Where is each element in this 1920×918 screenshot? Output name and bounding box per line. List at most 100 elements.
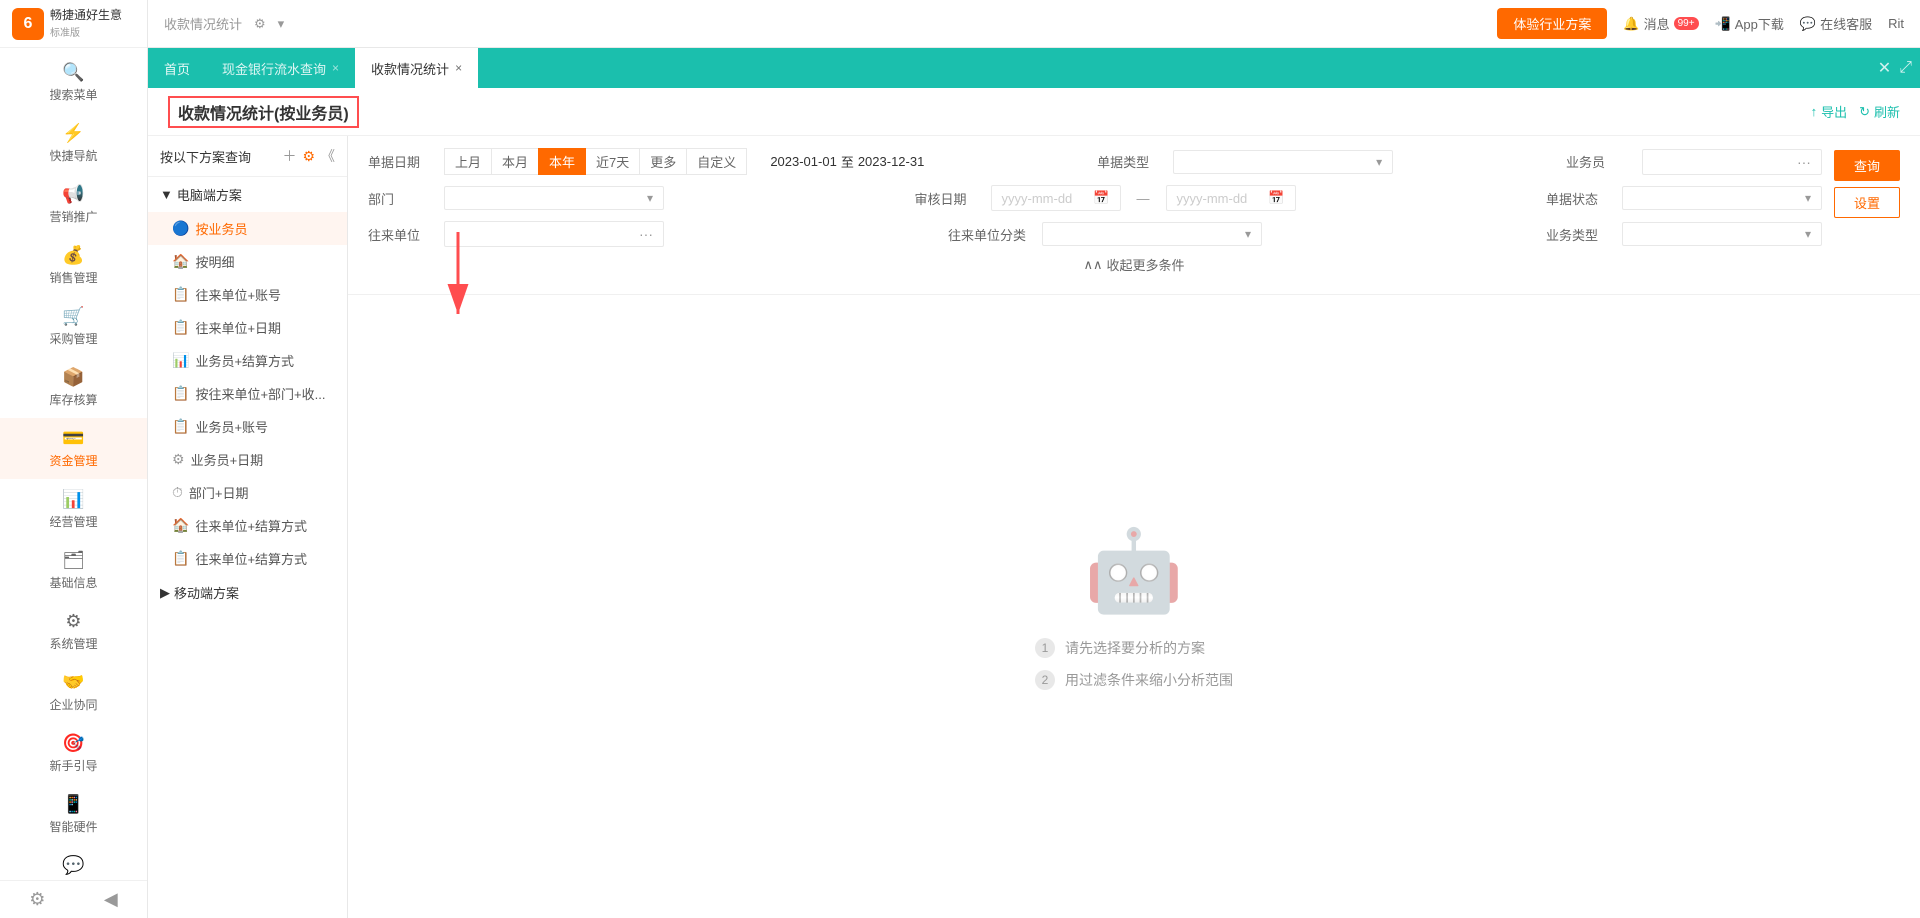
sidebar-item-purchase[interactable]: 🛒 采购管理 [0, 296, 147, 357]
wechat-icon: 💬 [62, 855, 84, 876]
main-content: 收款情况统计 ⚙ ▾ 体验行业方案 🔔 消息 99+ 📲 App下载 💬 在线客… [148, 0, 1920, 918]
partner-more-icon[interactable]: ··· [639, 226, 653, 242]
sidebar-item-enterprise[interactable]: 🤝 企业协同 [0, 662, 147, 723]
try-industry-btn[interactable]: 体验行业方案 [1497, 8, 1607, 39]
plan-item-partner-date-label: 往来单位+日期 [195, 318, 281, 337]
plan-settings-btn[interactable]: ⚙ [302, 148, 315, 165]
plan-item-partner-dept[interactable]: 📋 按往来单位+部门+收... [148, 377, 347, 410]
sidebar-settings-icon[interactable]: ⚙ [29, 889, 45, 910]
plan-item-sales-account-label: 业务员+账号 [195, 417, 268, 436]
logo-icon: 6 [12, 8, 44, 40]
voucher-status-select[interactable]: ▾ [1622, 186, 1822, 210]
date-tab-custom[interactable]: 自定义 [686, 148, 747, 175]
plan-item-partner-settlement2-icon: 📋 [172, 550, 189, 567]
mobile-plans-group: ▶ 移动端方案 [148, 575, 347, 610]
topbar: 收款情况统计 ⚙ ▾ 体验行业方案 🔔 消息 99+ 📲 App下载 💬 在线客… [148, 0, 1920, 48]
sidebar-item-label: 销售管理 [49, 269, 97, 286]
bank-flow-tab-label: 现金银行流水查询 [222, 59, 326, 78]
sidebar-item-operations[interactable]: 📊 经营管理 [0, 479, 147, 540]
date-tab-this-year[interactable]: 本年 [538, 148, 586, 175]
voucher-type-select[interactable]: ▾ [1173, 150, 1393, 174]
mobile-plans-group-header[interactable]: ▶ 移动端方案 [148, 575, 347, 610]
sidebar-item-sales[interactable]: 💰 销售管理 [0, 235, 147, 296]
tab-home[interactable]: 首页 [148, 48, 206, 88]
filter-area: 单据日期 上月 本月 本年 [348, 136, 1920, 295]
plan-item-sales-account[interactable]: 📋 业务员+账号 [148, 410, 347, 443]
bank-flow-tab-close[interactable]: × [332, 61, 339, 75]
voucher-type-label: 单据类型 [1097, 152, 1157, 171]
filter-main: 单据日期 上月 本月 本年 [368, 148, 1822, 247]
add-plan-btn[interactable]: ＋ [282, 146, 296, 166]
review-date-from-input[interactable]: yyyy-mm-dd 📅 [991, 185, 1121, 211]
plan-item-partner-settlement1[interactable]: 🏠 往来单位+结算方式 [148, 509, 347, 542]
message-label: 消息 [1644, 14, 1670, 33]
collapse-panel-btn[interactable]: 《 [321, 146, 335, 166]
page-title: 收款情况统计(按业务员) [168, 96, 359, 128]
sidebar-item-search-menu[interactable]: 🔍 搜索菜单 [0, 52, 147, 113]
date-tab-more[interactable]: 更多 [639, 148, 687, 175]
query-btn[interactable]: 查询 [1834, 150, 1900, 181]
plan-item-partner-date[interactable]: 📋 往来单位+日期 [148, 311, 347, 344]
date-tab-this-month[interactable]: 本月 [491, 148, 539, 175]
page-header: 收款情况统计(按业务员) ↑ 导出 ↻ 刷新 [148, 88, 1920, 136]
calendar-icon: 📅 [1093, 190, 1109, 206]
settings-btn[interactable]: 设置 [1834, 187, 1900, 218]
page-header-actions: ↑ 导出 ↻ 刷新 [1811, 102, 1900, 121]
close-all-icon[interactable]: ✕ [1878, 58, 1891, 78]
collapse-filter-btn[interactable]: ∧∧ 收起更多条件 [368, 247, 1900, 282]
sidebar-item-guide[interactable]: 🎯 新手引导 [0, 723, 147, 784]
department-select[interactable]: ▾ [444, 186, 664, 210]
sidebar-item-marketing[interactable]: 📢 营销推广 [0, 174, 147, 235]
sidebar-item-inventory[interactable]: 📦 库存核算 [0, 357, 147, 418]
voucher-type-arrow-icon: ▾ [1376, 155, 1382, 169]
sidebar-item-quick-nav[interactable]: ⚡ 快捷导航 [0, 113, 147, 174]
system-icon: ⚙ [65, 611, 81, 632]
online-service-btn[interactable]: 💬 在线客服 [1800, 14, 1872, 33]
plan-item-partner-account-icon: 📋 [172, 286, 189, 303]
sidebar-item-basic-info[interactable]: 🗂 基础信息 [0, 540, 147, 601]
plan-item-partner-account[interactable]: 📋 往来单位+账号 [148, 278, 347, 311]
plan-item-dept-date-label: 部门+日期 [189, 483, 249, 502]
business-type-select[interactable]: ▾ [1622, 222, 1822, 246]
user-name: Rit [1888, 16, 1904, 31]
sidebar-item-wechat[interactable]: 💬 企业微信 [0, 845, 147, 880]
refresh-btn[interactable]: ↻ 刷新 [1859, 102, 1900, 121]
partner-select[interactable]: ··· [444, 221, 664, 247]
plan-item-detail[interactable]: 🏠 按明细 [148, 245, 347, 278]
plan-item-dept-date[interactable]: ⏱ 部门+日期 [148, 476, 347, 509]
export-btn[interactable]: ↑ 导出 [1811, 102, 1848, 121]
partner-category-select[interactable]: ▾ [1042, 222, 1262, 246]
user-avatar[interactable]: Rit [1888, 16, 1904, 31]
message-badge: 99+ [1674, 17, 1699, 30]
refresh-icon: ↻ [1859, 104, 1870, 120]
maximize-icon[interactable]: ⤢ [1899, 59, 1912, 77]
tab-collection-stats[interactable]: 收款情况统计 × [355, 48, 478, 88]
date-tab-last-month[interactable]: 上月 [444, 148, 492, 175]
salesperson-select[interactable]: ··· [1642, 149, 1822, 175]
salesperson-more-icon[interactable]: ··· [1797, 154, 1811, 170]
topbar-dropdown-icon[interactable]: ▾ [278, 16, 285, 32]
app-download-btn[interactable]: 📲 App下载 [1715, 14, 1784, 33]
collection-stats-tab-close[interactable]: × [455, 61, 462, 75]
tab-bank-flow[interactable]: 现金银行流水查询 × [206, 48, 355, 88]
review-date-to-input[interactable]: yyyy-mm-dd 📅 [1166, 185, 1296, 211]
calendar2-icon: 📅 [1268, 190, 1284, 206]
message-btn[interactable]: 🔔 消息 99+ [1623, 14, 1698, 33]
filter-row-1: 单据日期 上月 本月 本年 [368, 148, 1822, 175]
pc-plans-group-header[interactable]: ▼ 电脑端方案 [148, 177, 347, 212]
sidebar-item-smart-hw[interactable]: 📱 智能硬件 [0, 784, 147, 845]
plan-item-sales-settlement[interactable]: 📊 业务员+结算方式 [148, 344, 347, 377]
plan-item-sales-date[interactable]: ⚙ 业务员+日期 [148, 443, 347, 476]
review-date-from-placeholder: yyyy-mm-dd [1002, 191, 1073, 206]
date-tabs: 上月 本月 本年 近7天 [444, 148, 746, 175]
plan-item-partner-settlement2[interactable]: 📋 往来单位+结算方式 [148, 542, 347, 575]
plan-item-salesperson[interactable]: 🔵 按业务员 [148, 212, 347, 245]
sidebar-item-system[interactable]: ⚙ 系统管理 [0, 601, 147, 662]
plan-item-partner-dept-icon: 📋 [172, 385, 189, 402]
sidebar-collapse-icon[interactable]: ◀ [104, 889, 118, 910]
sidebar-item-finance[interactable]: 💳 资金管理 [0, 418, 147, 479]
pc-plans-label: 电脑端方案 [177, 185, 242, 204]
topbar-settings-icon[interactable]: ⚙ [254, 16, 266, 32]
panel-header-actions: ＋ ⚙ 《 [282, 146, 335, 166]
date-tab-7days[interactable]: 近7天 [585, 148, 640, 175]
